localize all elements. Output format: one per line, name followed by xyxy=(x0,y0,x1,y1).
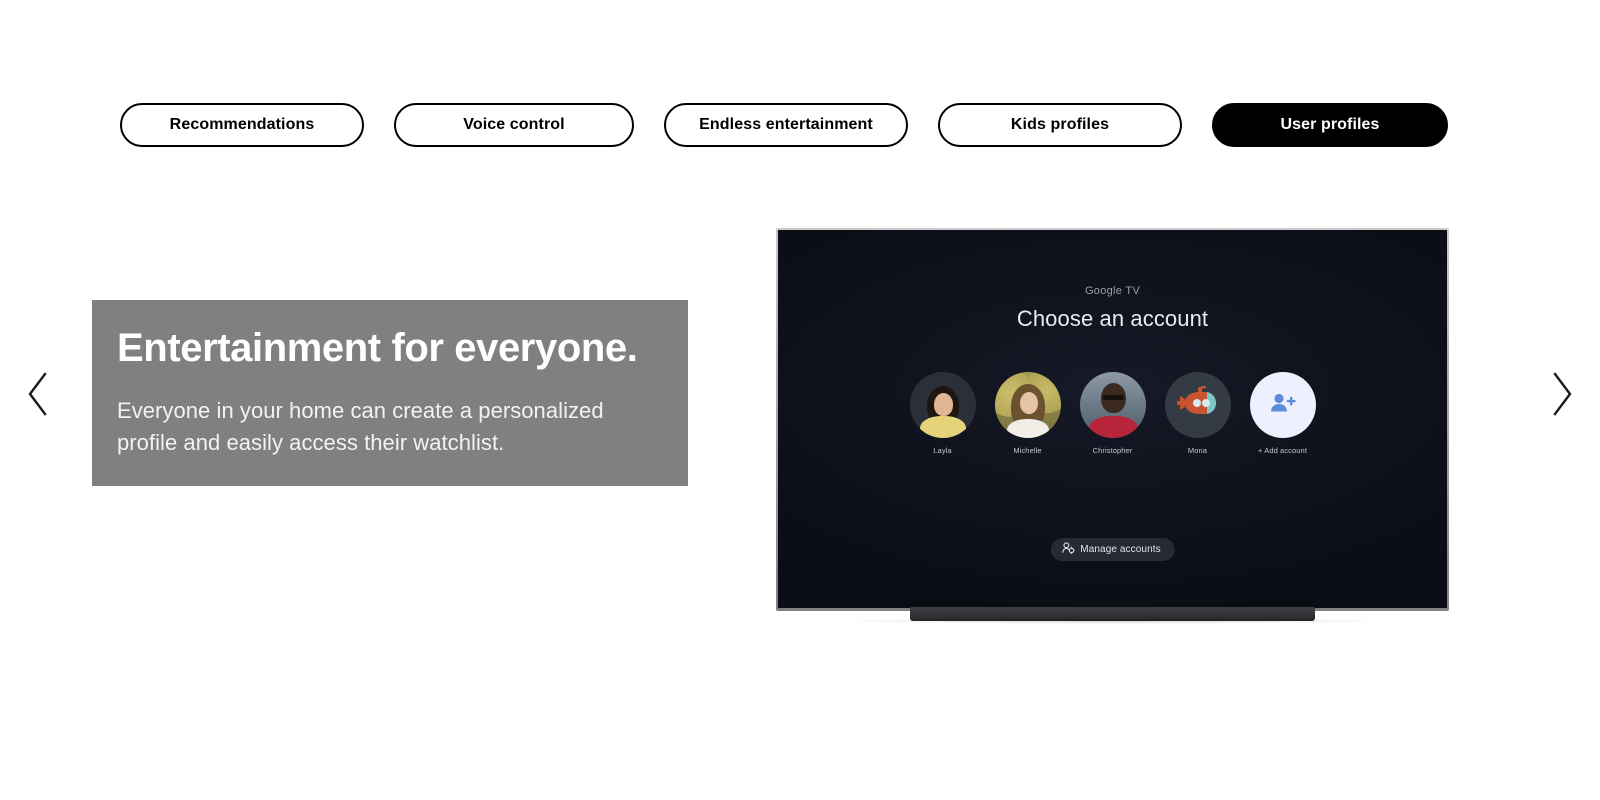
tab-endless-entertainment[interactable]: Endless entertainment xyxy=(664,103,908,147)
profile-name: Christopher xyxy=(1092,446,1133,455)
profile-name: Layla xyxy=(933,446,952,455)
profile-add-account[interactable]: + Add account xyxy=(1249,372,1316,455)
profile-name: Mona xyxy=(1187,446,1208,455)
slide-headline: Entertainment for everyone. xyxy=(117,326,638,370)
tv-illustration: Google TV Choose an account Layla Michel… xyxy=(776,228,1449,624)
tv-screen: Google TV Choose an account Layla Michel… xyxy=(778,230,1447,608)
feature-tab-bar: Recommendations Voice control Endless en… xyxy=(120,103,1448,147)
slide-body-text: Everyone in your home can create a perso… xyxy=(117,397,604,455)
profile-christopher[interactable]: Christopher xyxy=(1079,372,1146,455)
tab-recommendations[interactable]: Recommendations xyxy=(120,103,364,147)
tab-user-profiles[interactable]: User profiles xyxy=(1212,103,1448,147)
chevron-right-icon xyxy=(1549,370,1575,418)
profile-layla[interactable]: Layla xyxy=(909,372,976,455)
profiles-row: Layla Michelle Christopher Mona + Add ac… xyxy=(778,372,1447,455)
profile-name: + Add account xyxy=(1257,446,1308,455)
tab-voice-control[interactable]: Voice control xyxy=(394,103,634,147)
tab-kids-profiles[interactable]: Kids profiles xyxy=(938,103,1182,147)
avatar xyxy=(909,372,976,438)
manage-accounts-button[interactable]: Manage accounts xyxy=(1050,538,1175,561)
profile-name: Michelle xyxy=(1013,446,1042,455)
avatar xyxy=(1079,372,1146,438)
avatar xyxy=(994,372,1061,438)
tv-bezel: Google TV Choose an account Layla Michel… xyxy=(776,228,1449,611)
chevron-left-icon xyxy=(25,370,51,418)
avatar xyxy=(1249,372,1316,438)
choose-account-title: Choose an account xyxy=(1016,306,1209,331)
manage-accounts-label: Manage accounts xyxy=(1080,544,1161,555)
carousel-prev-button[interactable] xyxy=(8,362,68,426)
add-person-icon xyxy=(1269,391,1297,420)
avatar xyxy=(1164,372,1231,438)
tv-shadow xyxy=(836,618,1389,624)
carousel-next-button[interactable] xyxy=(1532,362,1592,426)
slide-copy-panel: Entertainment for everyone. Everyone in … xyxy=(92,300,688,486)
manage-accounts-icon xyxy=(1061,541,1074,559)
submarine-icon xyxy=(1176,385,1220,426)
google-tv-brand-label: Google TV xyxy=(1084,285,1141,297)
profile-michelle[interactable]: Michelle xyxy=(994,372,1061,455)
profile-mona[interactable]: Mona xyxy=(1164,372,1231,455)
